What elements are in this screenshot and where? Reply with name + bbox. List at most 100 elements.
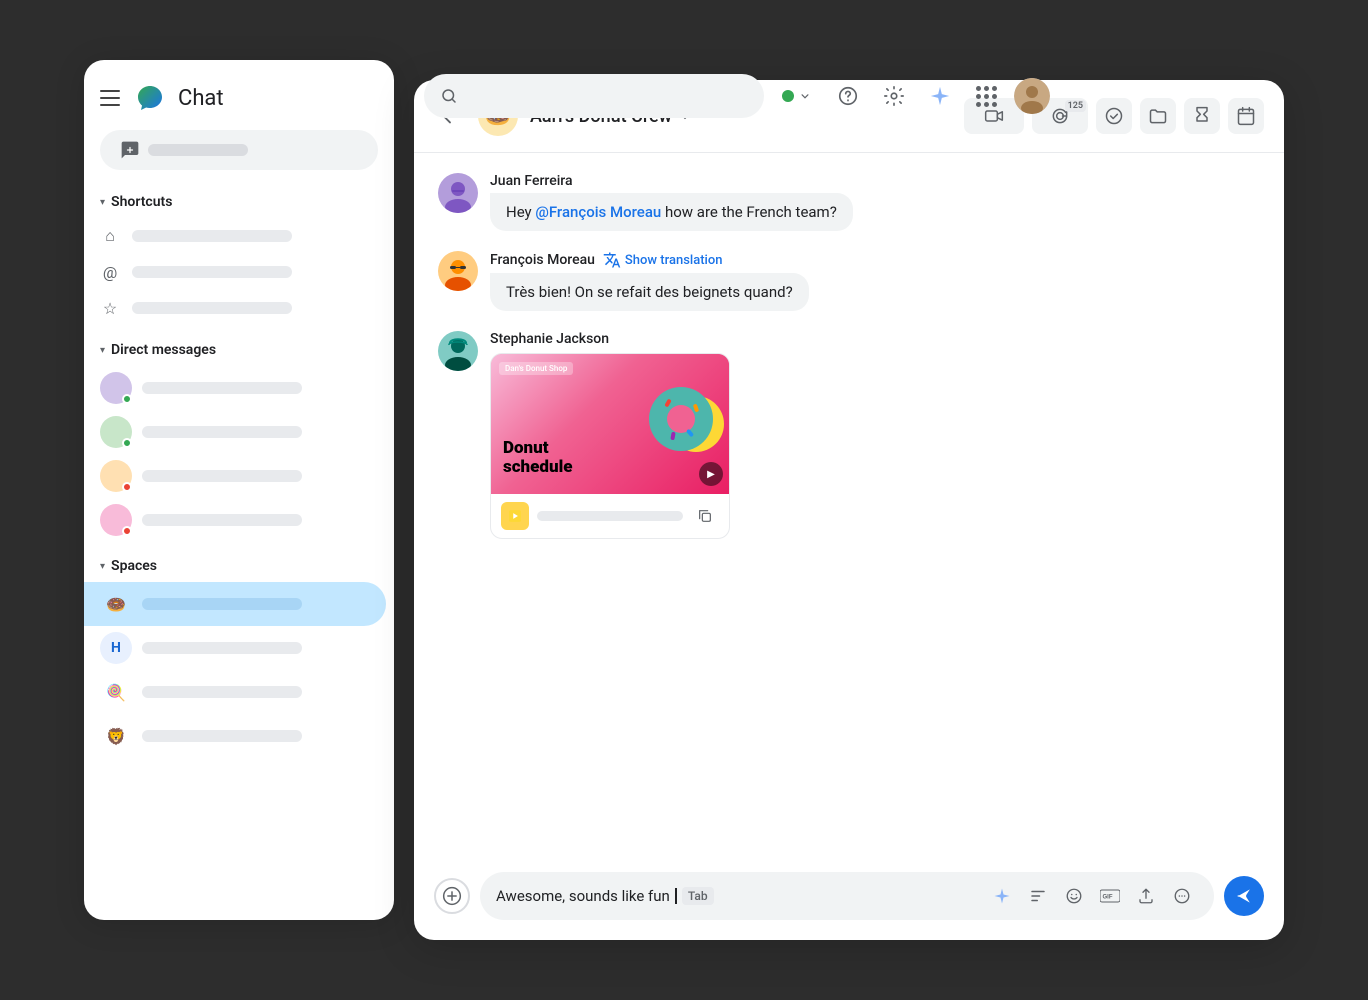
dm-status-3: [122, 482, 132, 492]
user-avatar[interactable]: [1014, 78, 1050, 114]
card-play-icon: [508, 509, 522, 523]
at-icon: @: [100, 262, 120, 282]
more-options-button[interactable]: [1166, 880, 1198, 912]
space-icon-lollipop: 🍭: [100, 676, 132, 708]
space-item-lion[interactable]: 🦁: [84, 714, 386, 758]
dm-status-2: [122, 438, 132, 448]
upload-button[interactable]: [1130, 880, 1162, 912]
dm-avatar-3: [100, 460, 132, 492]
search-input[interactable]: [466, 88, 748, 104]
input-sparkle-icon: [993, 887, 1011, 905]
format-text-button[interactable]: [1022, 880, 1054, 912]
card-title-placeholder: [537, 511, 683, 521]
space-item-donut[interactable]: 🍩: [84, 582, 386, 626]
format-text-icon: [1029, 887, 1047, 905]
nav-star[interactable]: ☆: [84, 290, 394, 326]
dm-item-4[interactable]: [84, 498, 394, 542]
space-item-h[interactable]: H: [84, 626, 386, 670]
input-area: Awesome, sounds like fun Tab: [414, 860, 1284, 940]
gemini-button[interactable]: [922, 78, 958, 114]
space-name-lion: [142, 730, 302, 742]
app-title: Chat: [178, 86, 224, 111]
direct-messages-section-header[interactable]: ▾ Direct messages: [84, 334, 394, 366]
shop-label: Dan's Donut Shop: [499, 362, 573, 375]
dm-item-1[interactable]: [84, 366, 394, 410]
shortcuts-section-header[interactable]: ▾ Shortcuts: [84, 186, 394, 218]
donut-svg: [626, 374, 726, 474]
google-chat-logo: [134, 82, 166, 114]
juan-sender-name: Juan Ferreira: [490, 173, 573, 189]
waffle-button[interactable]: [968, 78, 1004, 114]
add-attachment-button[interactable]: [434, 878, 470, 914]
input-sparkle-button[interactable]: [986, 880, 1018, 912]
search-bar[interactable]: [424, 74, 764, 118]
dm-name-3: [142, 470, 302, 482]
message-input-text: Awesome, sounds like fun Tab: [496, 887, 978, 905]
menu-icon[interactable]: [100, 86, 124, 110]
waffle-icon: [976, 86, 997, 107]
nav-home[interactable]: ⌂: [84, 218, 394, 254]
input-value: Awesome, sounds like fun: [496, 887, 670, 905]
sidebar: Chat ▾ Shortcuts ⌂ @ ☆ ▾: [84, 60, 394, 920]
francois-message-content: François Moreau Show translation Très bi…: [490, 251, 1260, 311]
dm-status-4: [122, 526, 132, 536]
sparkle-icon: [929, 85, 951, 107]
emoji-icon: [1065, 887, 1083, 905]
space-icon-h: H: [100, 632, 132, 664]
nav-at[interactable]: @: [84, 254, 394, 290]
star-icon: ☆: [100, 298, 120, 318]
stephanie-message-content: Stephanie Jackson Dan's Donut Shop: [490, 331, 1260, 539]
input-actions: GIF: [986, 880, 1198, 912]
more-options-icon: [1173, 887, 1191, 905]
settings-button[interactable]: [876, 78, 912, 114]
spaces-section-header[interactable]: ▾ Spaces: [84, 550, 394, 582]
new-chat-button[interactable]: [100, 130, 378, 170]
dm-chevron: ▾: [100, 345, 105, 356]
help-button[interactable]: [830, 78, 866, 114]
svg-text:GIF: GIF: [1103, 895, 1113, 901]
gif-button[interactable]: GIF: [1094, 880, 1126, 912]
status-green-dot: [782, 90, 794, 102]
status-indicator[interactable]: [774, 85, 820, 107]
stephanie-sender-name: Stephanie Jackson: [490, 331, 609, 347]
message-group-juan: Juan Ferreira Hey @François Moreau how a…: [438, 173, 1260, 231]
message-input[interactable]: Awesome, sounds like fun Tab: [480, 872, 1214, 920]
cursor: [675, 888, 677, 904]
juan-mention[interactable]: @François Moreau: [535, 203, 661, 221]
francois-message-meta: François Moreau Show translation: [490, 251, 1260, 269]
juan-message-content: Juan Ferreira Hey @François Moreau how a…: [490, 173, 1260, 231]
image-title-line1: Donut: [503, 438, 549, 458]
dm-label: Direct messages: [111, 342, 216, 358]
juan-message-before: Hey: [506, 203, 535, 221]
dm-item-2[interactable]: [84, 410, 394, 454]
donut-image-card[interactable]: Dan's Donut Shop: [490, 353, 730, 539]
space-name-donut: [142, 598, 302, 610]
translate-icon: [603, 251, 621, 269]
spaces-chevron: ▾: [100, 561, 105, 572]
dm-status-1: [122, 394, 132, 404]
nav-at-label: [132, 266, 292, 278]
dm-name-2: [142, 426, 302, 438]
upload-icon: [1137, 887, 1155, 905]
dm-item-3[interactable]: [84, 454, 394, 498]
messages-area: Juan Ferreira Hey @François Moreau how a…: [414, 153, 1284, 860]
spaces-label: Spaces: [111, 558, 157, 574]
francois-sender-name: François Moreau: [490, 252, 595, 268]
space-item-lollipop[interactable]: 🍭: [84, 670, 386, 714]
card-play-button[interactable]: [501, 502, 529, 530]
stephanie-avatar: [438, 331, 478, 371]
settings-icon: [883, 85, 905, 107]
tab-badge: Tab: [682, 887, 714, 905]
card-copy-button[interactable]: [691, 502, 719, 530]
gif-icon: GIF: [1100, 888, 1120, 904]
home-icon: ⌂: [100, 226, 120, 246]
send-button[interactable]: [1224, 876, 1264, 916]
emoji-button[interactable]: [1058, 880, 1090, 912]
copy-icon: [697, 508, 713, 524]
dm-name-4: [142, 514, 302, 526]
message-group-stephanie: Stephanie Jackson Dan's Donut Shop: [438, 331, 1260, 539]
show-translation-button[interactable]: Show translation: [603, 251, 723, 269]
donut-image: Dan's Donut Shop: [491, 354, 730, 494]
new-chat-icon: [120, 140, 140, 160]
image-card-footer: [491, 494, 729, 538]
